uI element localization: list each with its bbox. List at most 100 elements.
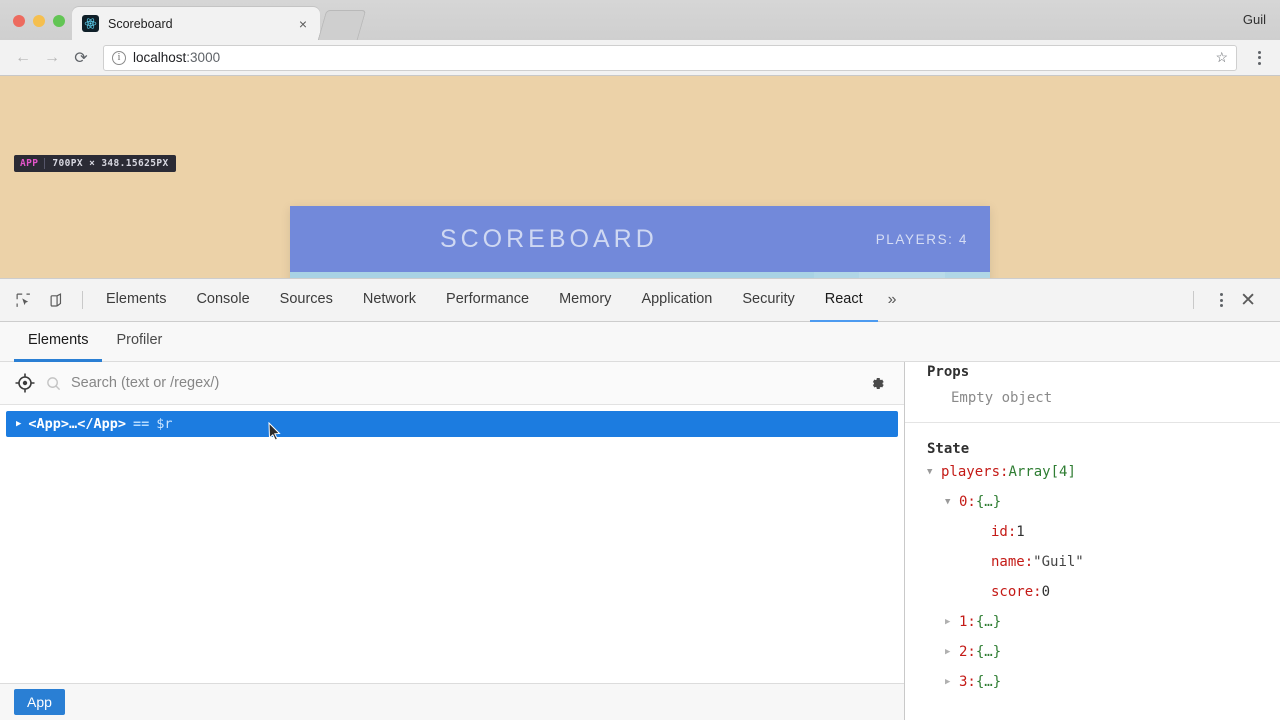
browser-tab-title: Scoreboard	[108, 16, 173, 31]
tab-memory[interactable]: Memory	[544, 279, 626, 322]
tab-react[interactable]: React	[809, 279, 878, 322]
state-key: id:	[991, 524, 1017, 540]
devtools-body: ▶ <App>…</App> == $r App Props Empty obj…	[0, 362, 1280, 720]
tree-node-ref: $r	[156, 416, 173, 432]
state-row[interactable]: ▶ 1: {…}	[927, 607, 1280, 637]
bookmark-star-icon[interactable]: ☆	[1215, 49, 1228, 66]
state-row: id: 1	[927, 517, 1280, 547]
state-value: {…}	[975, 494, 1002, 510]
page-viewport: APP 700PX × 348.15625PX SCOREBOARD PLAYE…	[0, 76, 1280, 278]
browser-menu-icon[interactable]	[1248, 50, 1270, 65]
expand-caret-icon[interactable]: ▶	[945, 607, 959, 637]
state-row[interactable]: ▼ 0: {…}	[927, 487, 1280, 517]
maximize-window-button[interactable]	[53, 15, 65, 27]
select-component-icon[interactable]	[14, 372, 36, 394]
state-value: {…}	[975, 614, 1002, 630]
profile-name[interactable]: Guil	[1243, 12, 1266, 27]
browser-titlebar: Scoreboard × Guil	[0, 0, 1280, 40]
minimize-window-button[interactable]	[33, 15, 45, 27]
state-value: 1	[1016, 524, 1025, 540]
state-key: score:	[991, 584, 1042, 600]
state-row[interactable]: ▶ 3: {…}	[927, 667, 1280, 697]
collapse-caret-icon[interactable]: ▼	[927, 457, 941, 487]
scoreboard-app: SCOREBOARD PLAYERS: 4 GUIL − 0 +	[290, 206, 990, 278]
browser-tab[interactable]: Scoreboard ×	[72, 7, 320, 40]
state-row[interactable]: ▼ players: Array[4]	[927, 457, 1280, 487]
state-row: score: 0	[927, 577, 1280, 607]
subtab-profiler[interactable]: Profiler	[102, 322, 176, 362]
state-value: {…}	[975, 674, 1002, 690]
url-text: localhost:3000	[133, 50, 220, 65]
url-port: :3000	[186, 50, 221, 65]
subtab-elements[interactable]: Elements	[14, 322, 103, 362]
state-key: 0:	[959, 494, 976, 510]
score-counter: − 0 +	[814, 272, 990, 278]
state-value: "Guil"	[1033, 554, 1084, 570]
tab-sources[interactable]: Sources	[265, 279, 348, 322]
browser-chrome: Scoreboard × Guil ← → ⟳ i localhost:3000…	[0, 0, 1280, 76]
tab-network[interactable]: Network	[348, 279, 431, 322]
badge-dimensions: 700PX × 348.15625PX	[52, 158, 169, 169]
increment-score-button[interactable]: +	[945, 272, 990, 278]
props-empty-value: Empty object	[951, 390, 1053, 406]
tree-node-tag: <App>…</App>	[28, 416, 126, 432]
scoreboard-title: SCOREBOARD	[439, 224, 658, 253]
component-tree: ▶ <App>…</App> == $r	[0, 405, 904, 683]
breadcrumb: App	[0, 683, 904, 720]
props-section-title: Props	[927, 364, 970, 380]
tab-elements[interactable]: Elements	[91, 279, 181, 322]
tab-security[interactable]: Security	[727, 279, 809, 322]
react-logo-icon	[82, 15, 99, 32]
more-tabs-icon[interactable]: »	[878, 279, 907, 322]
tab-application[interactable]: Application	[626, 279, 727, 322]
state-row[interactable]: ▶ 2: {…}	[927, 637, 1280, 667]
mouse-cursor-icon	[268, 421, 282, 442]
reload-button[interactable]: ⟳	[68, 45, 94, 71]
inspect-element-icon[interactable]	[6, 283, 40, 317]
breadcrumb-item-app[interactable]: App	[14, 689, 65, 715]
search-icon	[46, 376, 61, 391]
props-state-pane: Props Empty object State ▼ players: Array…	[905, 362, 1280, 720]
state-value: 0	[1041, 584, 1051, 600]
devtools-toolbar-right: ✕	[1185, 291, 1274, 310]
search-toolbar	[0, 362, 904, 405]
expand-caret-icon[interactable]: ▶	[945, 667, 959, 697]
tab-performance[interactable]: Performance	[431, 279, 544, 322]
devtools-menu-icon[interactable]	[1210, 293, 1232, 307]
expand-caret-icon[interactable]: ▶	[16, 419, 21, 429]
expand-caret-icon[interactable]: ▶	[945, 637, 959, 667]
decrement-score-button[interactable]: −	[814, 272, 859, 278]
tree-node-equals: ==	[132, 416, 150, 432]
inspector-size-badge: APP 700PX × 348.15625PX	[14, 155, 176, 172]
search-input[interactable]	[71, 375, 854, 391]
forward-button[interactable]: →	[39, 45, 65, 71]
devtools-panel: Elements Console Sources Network Perform…	[0, 278, 1280, 720]
search-field-wrap	[46, 375, 854, 391]
url-host: localhost	[133, 50, 187, 65]
window-controls	[13, 15, 65, 27]
back-button[interactable]: ←	[10, 45, 36, 71]
device-toolbar-icon[interactable]	[40, 283, 74, 317]
address-bar[interactable]: i localhost:3000 ☆	[103, 44, 1237, 71]
gear-icon[interactable]	[864, 370, 890, 396]
scoreboard-header: SCOREBOARD PLAYERS: 4	[290, 206, 990, 272]
site-info-icon[interactable]: i	[112, 50, 126, 65]
player-row: GUIL − 0 +	[290, 272, 990, 278]
state-key: 3:	[959, 674, 976, 690]
react-subtabs: Elements Profiler	[0, 322, 1280, 362]
state-rows: ▼ players: Array[4] ▼ 0: {…} id: 1 name: "Gui…	[927, 457, 1280, 697]
close-devtools-icon[interactable]: ✕	[1232, 291, 1264, 310]
close-tab-button[interactable]: ×	[296, 17, 310, 31]
close-window-button[interactable]	[13, 15, 25, 27]
player-score: 0	[859, 272, 945, 278]
toolbar-divider-right	[1193, 291, 1195, 309]
tab-console[interactable]: Console	[181, 279, 264, 322]
tree-row-app[interactable]: ▶ <App>…</App> == $r	[6, 411, 898, 437]
new-tab-button[interactable]	[317, 10, 367, 40]
browser-toolbar: ← → ⟳ i localhost:3000 ☆	[0, 40, 1280, 76]
state-section-title: State	[927, 441, 970, 457]
component-tree-pane: ▶ <App>…</App> == $r App	[0, 362, 905, 720]
state-row: name: "Guil"	[927, 547, 1280, 577]
scoreboard-players-count: PLAYERS: 4	[875, 231, 968, 247]
collapse-caret-icon[interactable]: ▼	[945, 487, 959, 517]
